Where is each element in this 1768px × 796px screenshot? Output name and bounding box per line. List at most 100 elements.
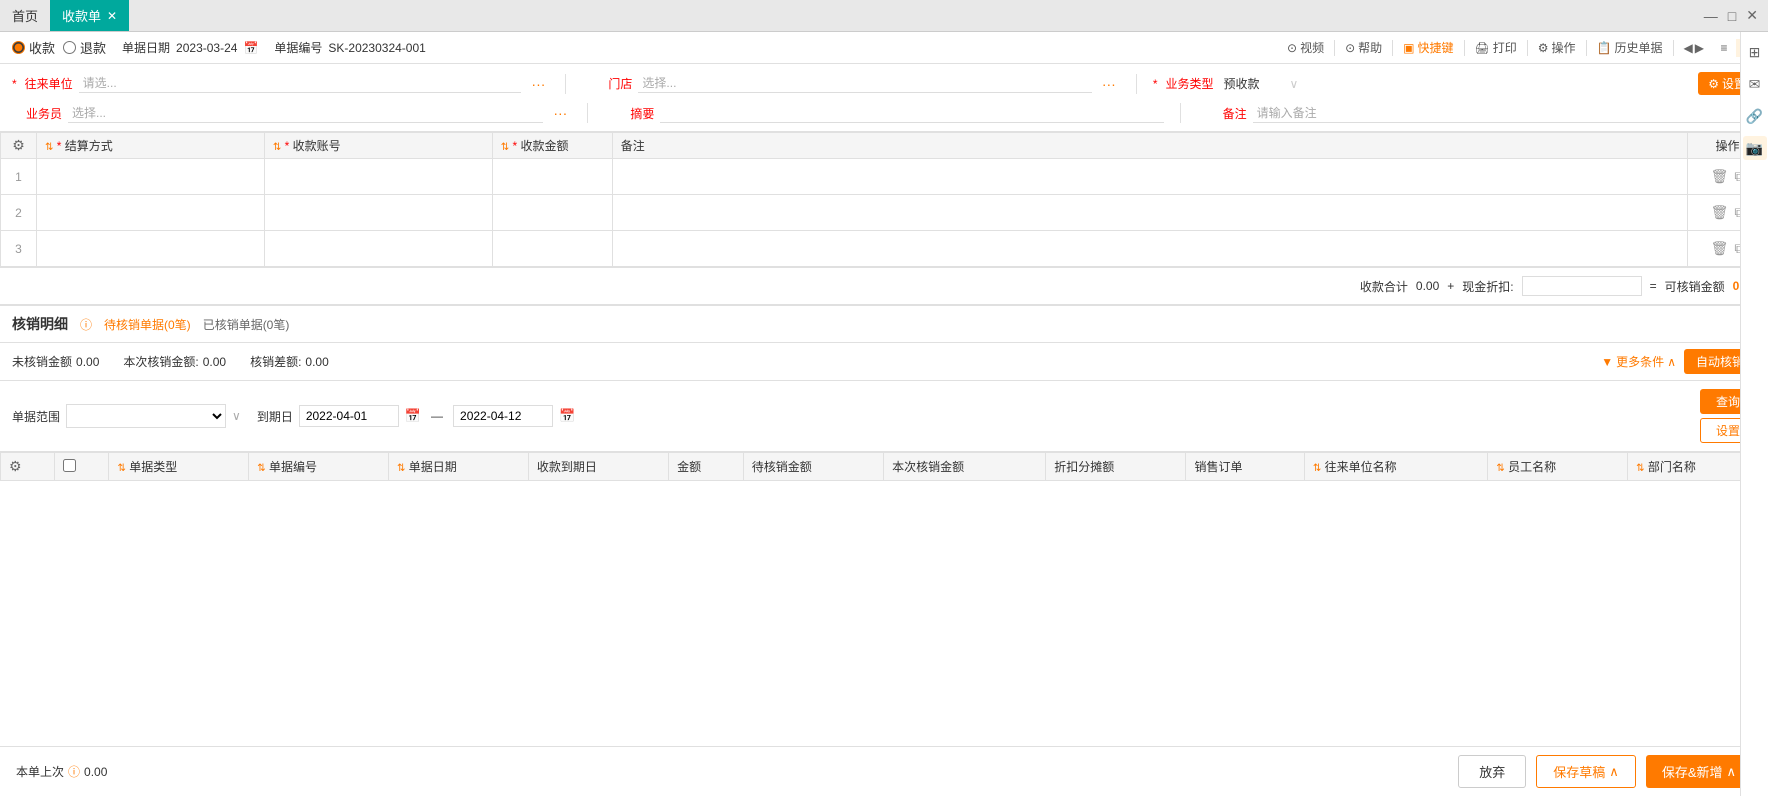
info-icon-bottom[interactable]: ⓘ bbox=[68, 763, 80, 780]
receipt-mode-label: 收款 bbox=[29, 38, 55, 57]
info-icon[interactable]: ⓘ bbox=[80, 316, 92, 333]
recon-stats: 未核销金额 0.00 本次核销金额: 0.00 核销差额: 0.00 ▼ 更多条… bbox=[0, 343, 1768, 381]
recon-query-row: 单据范围 ∨ 到期日 📅 — 📅 查询 设置 bbox=[0, 381, 1768, 452]
counterpart-input[interactable] bbox=[79, 74, 522, 93]
td-payment-3[interactable] bbox=[37, 231, 265, 267]
td-account-2[interactable] bbox=[264, 195, 492, 231]
td-note-1[interactable] bbox=[612, 159, 1687, 195]
refund-mode-radio[interactable]: 退款 bbox=[63, 38, 106, 57]
td-account-1[interactable] bbox=[264, 159, 492, 195]
td-payment-2[interactable] bbox=[37, 195, 265, 231]
recon-select-all[interactable] bbox=[63, 459, 76, 472]
save-new-btn[interactable]: 保存&新增 ∧ bbox=[1646, 755, 1752, 788]
tab-receipt[interactable]: 收款单 ✕ bbox=[50, 0, 129, 31]
business-type-required-star: * bbox=[1153, 77, 1158, 91]
number-value[interactable]: SK-20230324-001 bbox=[328, 41, 425, 55]
th-settings: ⚙ bbox=[1, 133, 37, 159]
calendar-from-icon[interactable]: 📅 bbox=[405, 408, 421, 424]
td-account-3[interactable] bbox=[264, 231, 492, 267]
row-num-3: 3 bbox=[1, 231, 37, 267]
delete-icon-1[interactable]: 🗑 bbox=[1711, 168, 1729, 185]
recon-title: 核销明细 bbox=[12, 314, 68, 334]
calendar-to-icon[interactable]: 📅 bbox=[559, 408, 575, 424]
sidebar-table-icon[interactable]: ⊞ bbox=[1743, 40, 1767, 64]
date-value[interactable]: 2023-03-24 bbox=[176, 41, 237, 55]
td-amount-1[interactable] bbox=[492, 159, 612, 195]
date-from-input[interactable] bbox=[299, 405, 399, 427]
video-btn[interactable]: ⊙ 视频 bbox=[1287, 39, 1324, 56]
tab-close-icon[interactable]: ✕ bbox=[107, 9, 117, 23]
pending-tab[interactable]: 待核销单据(0笔) bbox=[104, 316, 191, 333]
tab-home[interactable]: 首页 bbox=[0, 0, 50, 31]
th-account-number: ⇅ * 收款账号 bbox=[264, 133, 492, 159]
salesperson-input[interactable] bbox=[68, 104, 543, 123]
operation-btn[interactable]: ⚙ 操作 bbox=[1538, 39, 1576, 56]
sidebar-screenshot-icon[interactable]: 📷 bbox=[1743, 136, 1767, 160]
salesperson-more-btn[interactable]: ··· bbox=[549, 105, 571, 121]
tab-receipt-label: 收款单 bbox=[62, 6, 101, 25]
due-date-label: 到期日 bbox=[257, 408, 293, 425]
done-tab[interactable]: 已核销单据(0笔) bbox=[203, 316, 290, 333]
arrow-nav: ◀ ▶ bbox=[1684, 41, 1704, 55]
counterpart-more-btn[interactable]: ··· bbox=[527, 76, 549, 92]
diff-stat: 核销差额: 0.00 bbox=[250, 353, 329, 370]
summary-input[interactable] bbox=[660, 104, 1163, 123]
prev-btn[interactable]: ◀ bbox=[1684, 41, 1693, 55]
td-amount-2[interactable] bbox=[492, 195, 612, 231]
date-field: 单据日期 2023-03-24 📅 bbox=[122, 39, 258, 56]
plus-sign: + bbox=[1447, 279, 1454, 293]
shortcut-btn[interactable]: ▣ 快捷键 bbox=[1403, 39, 1453, 56]
th-amount: ⇅ * 收款金额 bbox=[492, 133, 612, 159]
delete-icon-2[interactable]: 🗑 bbox=[1711, 204, 1729, 221]
abandon-btn[interactable]: 放弃 bbox=[1458, 755, 1526, 788]
td-amount-3[interactable] bbox=[492, 231, 612, 267]
summary-row: 收款合计 0.00 + 现金折扣: = 可核销金额 0.00 bbox=[0, 267, 1768, 304]
minimize-icon[interactable]: — bbox=[1704, 8, 1718, 24]
video-icon: ⊙ bbox=[1287, 41, 1297, 55]
table-settings-icon[interactable]: ⚙ bbox=[12, 137, 25, 153]
receipt-mode-radio[interactable]: 收款 bbox=[12, 38, 55, 57]
sidebar-email-icon[interactable]: ✉ bbox=[1743, 72, 1767, 96]
td-note-3[interactable] bbox=[612, 231, 1687, 267]
more-conditions-btn[interactable]: ▼ 更多条件 ∧ bbox=[1601, 353, 1676, 370]
save-new-chevron: ∧ bbox=[1726, 764, 1736, 780]
store-more-btn[interactable]: ··· bbox=[1098, 76, 1120, 92]
close-icon[interactable]: ✕ bbox=[1746, 7, 1758, 24]
sidebar-link-icon[interactable]: 🔗 bbox=[1743, 104, 1767, 128]
save-draft-btn[interactable]: 保存草稿 ∧ bbox=[1536, 755, 1636, 788]
print-icon: 🖨 bbox=[1475, 41, 1490, 55]
discount-input[interactable] bbox=[1522, 276, 1642, 296]
table-row: 1 🗑 ⧉ bbox=[1, 159, 1768, 195]
td-payment-1[interactable] bbox=[37, 159, 265, 195]
total-label: 收款合计 bbox=[1360, 278, 1408, 295]
delete-icon-3[interactable]: 🗑 bbox=[1711, 240, 1729, 257]
note-input[interactable] bbox=[1253, 104, 1756, 123]
td-note-2[interactable] bbox=[612, 195, 1687, 231]
toolbar-right: ⊙ 视频 ⊙ 帮助 ▣ 快捷键 🖨 打印 bbox=[1287, 39, 1756, 57]
right-sidebar: ⊞ ✉ 🔗 📷 bbox=[1740, 32, 1768, 796]
rth-date: ⇅ 单据日期 bbox=[389, 453, 529, 481]
total-value: 0.00 bbox=[1416, 279, 1439, 293]
recon-settings-icon[interactable]: ⚙ bbox=[9, 458, 22, 474]
list-layout-icon[interactable]: ≡ bbox=[1714, 39, 1734, 57]
tab-home-label: 首页 bbox=[12, 6, 38, 25]
calendar-icon[interactable]: 📅 bbox=[243, 41, 258, 55]
field-sep3 bbox=[587, 103, 588, 123]
table-section: ⚙ ⇅ * 结算方式 ⇅ * 收款账号 bbox=[0, 132, 1768, 304]
rth-type: ⇅ 单据类型 bbox=[109, 453, 249, 481]
print-btn[interactable]: 🖨 打印 bbox=[1475, 39, 1517, 56]
business-type-chevron[interactable]: ∨ bbox=[1289, 77, 1298, 91]
rth-current-amount: 本次核销金额 bbox=[884, 453, 1046, 481]
store-input[interactable] bbox=[638, 74, 1091, 93]
maximize-icon[interactable]: □ bbox=[1728, 8, 1736, 24]
divider4 bbox=[1527, 40, 1528, 56]
history-btn[interactable]: 📋 历史单据 bbox=[1597, 39, 1663, 56]
shortcut-icon: ▣ bbox=[1403, 41, 1414, 55]
next-btn[interactable]: ▶ bbox=[1695, 41, 1704, 55]
counterpart-label: 往来单位 bbox=[23, 75, 73, 92]
range-select[interactable] bbox=[66, 404, 226, 428]
divider2 bbox=[1392, 40, 1393, 56]
date-to-input[interactable] bbox=[453, 405, 553, 427]
recon-table: ⚙ ⇅ 单据类型 ⇅ 单据编号 bbox=[0, 452, 1768, 481]
help-btn[interactable]: ⊙ 帮助 bbox=[1345, 39, 1382, 56]
